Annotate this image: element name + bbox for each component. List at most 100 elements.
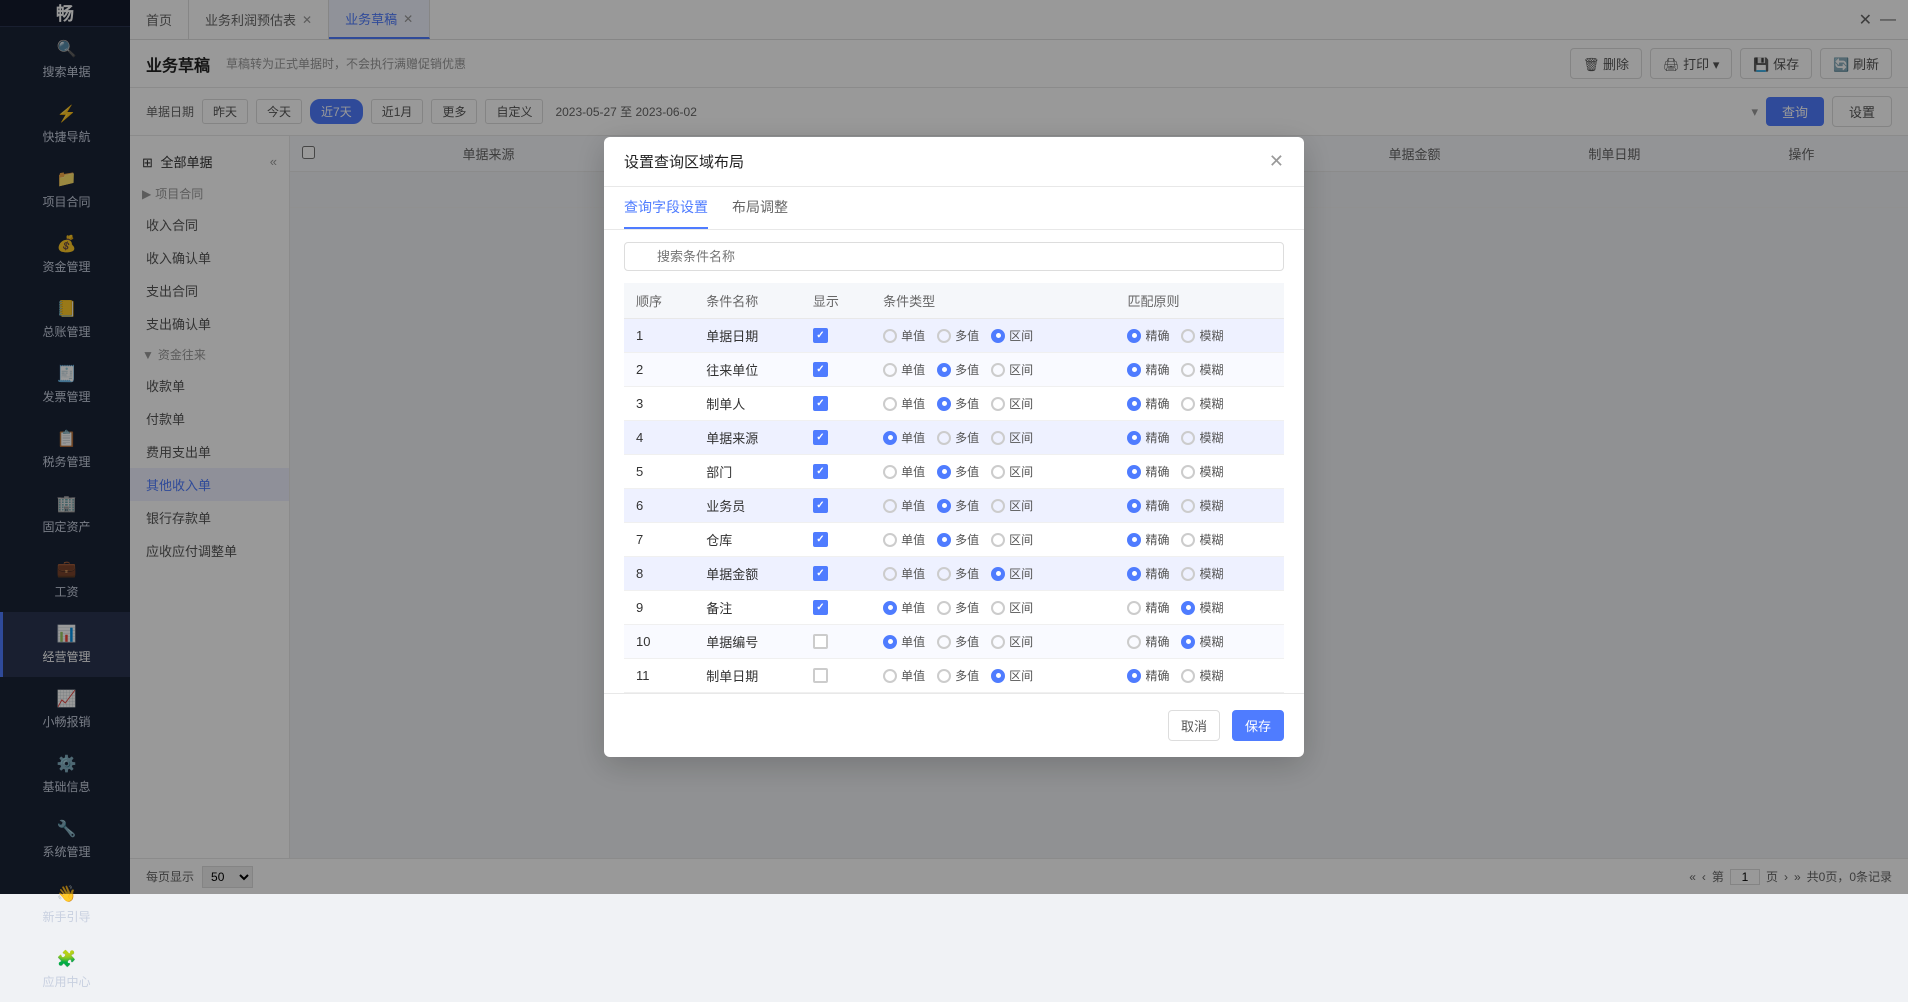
radio-option[interactable]: 区间 [991, 463, 1033, 480]
radio-option[interactable]: 模糊 [1181, 599, 1223, 616]
radio-option[interactable]: 精确 [1127, 429, 1169, 446]
radio-option[interactable]: 单值 [883, 361, 925, 378]
row-show[interactable] [801, 523, 871, 557]
radio-circle [937, 635, 951, 649]
row-show[interactable] [801, 557, 871, 591]
row-name: 单据日期 [694, 319, 801, 353]
radio-option[interactable]: 多值 [937, 327, 979, 344]
show-checkbox[interactable] [813, 328, 828, 343]
radio-option[interactable]: 区间 [991, 599, 1033, 616]
row-type: 单值 多值 区间 [871, 591, 1115, 625]
row-show[interactable] [801, 319, 871, 353]
radio-option[interactable]: 多值 [937, 361, 979, 378]
radio-option[interactable]: 多值 [937, 429, 979, 446]
show-checkbox[interactable] [813, 362, 828, 377]
radio-option[interactable]: 精确 [1127, 633, 1169, 650]
row-type: 单值 多值 区间 [871, 319, 1115, 353]
row-show[interactable] [801, 387, 871, 421]
radio-option[interactable]: 单值 [883, 565, 925, 582]
radio-option[interactable]: 精确 [1127, 497, 1169, 514]
radio-label: 模糊 [1199, 395, 1223, 412]
radio-option[interactable]: 多值 [937, 599, 979, 616]
radio-option[interactable]: 精确 [1127, 531, 1169, 548]
radio-option[interactable]: 单值 [883, 497, 925, 514]
radio-option[interactable]: 单值 [883, 327, 925, 344]
radio-label: 单值 [901, 531, 925, 548]
radio-option[interactable]: 区间 [991, 497, 1033, 514]
show-checkbox[interactable] [813, 498, 828, 513]
radio-option[interactable]: 多值 [937, 531, 979, 548]
row-name: 业务员 [694, 489, 801, 523]
radio-option[interactable]: 区间 [991, 429, 1033, 446]
row-show[interactable] [801, 489, 871, 523]
radio-option[interactable]: 模糊 [1181, 531, 1223, 548]
radio-option[interactable]: 区间 [991, 361, 1033, 378]
radio-option[interactable]: 多值 [937, 463, 979, 480]
radio-option[interactable]: 模糊 [1181, 667, 1223, 684]
modal-tab-fields[interactable]: 查询字段设置 [624, 187, 708, 229]
radio-label: 单值 [901, 463, 925, 480]
modal-overlay[interactable]: 设置查询区域布局 ✕ 查询字段设置 布局调整 🔍 顺序 条件名称 显示 条件类型 [0, 0, 1908, 894]
row-show[interactable] [801, 659, 871, 693]
modal-close-button[interactable]: ✕ [1269, 151, 1284, 172]
radio-option[interactable]: 精确 [1127, 565, 1169, 582]
radio-option[interactable]: 区间 [991, 395, 1033, 412]
radio-option[interactable]: 区间 [991, 633, 1033, 650]
radio-option[interactable]: 区间 [991, 327, 1033, 344]
match-radio-group: 精确 模糊 [1127, 531, 1272, 548]
radio-option[interactable]: 精确 [1127, 361, 1169, 378]
radio-option[interactable]: 模糊 [1181, 361, 1223, 378]
show-checkbox[interactable] [813, 464, 828, 479]
cancel-button[interactable]: 取消 [1168, 710, 1220, 741]
radio-option[interactable]: 精确 [1127, 395, 1169, 412]
row-show[interactable] [801, 353, 871, 387]
show-checkbox[interactable] [813, 600, 828, 615]
radio-option[interactable]: 多值 [937, 565, 979, 582]
radio-option[interactable]: 多值 [937, 667, 979, 684]
radio-label: 单值 [901, 599, 925, 616]
row-name: 制单日期 [694, 659, 801, 693]
show-checkbox[interactable] [813, 396, 828, 411]
radio-option[interactable]: 单值 [883, 395, 925, 412]
radio-option[interactable]: 区间 [991, 667, 1033, 684]
row-show[interactable] [801, 591, 871, 625]
row-show[interactable] [801, 421, 871, 455]
radio-option[interactable]: 精确 [1127, 327, 1169, 344]
row-match: 精确 模糊 [1115, 421, 1284, 455]
radio-option[interactable]: 模糊 [1181, 395, 1223, 412]
row-show[interactable] [801, 455, 871, 489]
radio-option[interactable]: 模糊 [1181, 463, 1223, 480]
sidebar-item-appcenter[interactable]: 🧩 应用中心 [0, 937, 130, 1002]
save-modal-button[interactable]: 保存 [1232, 710, 1284, 741]
radio-option[interactable]: 模糊 [1181, 565, 1223, 582]
show-checkbox[interactable] [813, 634, 828, 649]
modal-search-input[interactable] [624, 242, 1284, 271]
radio-option[interactable]: 模糊 [1181, 633, 1223, 650]
radio-label: 区间 [1009, 497, 1033, 514]
radio-option[interactable]: 多值 [937, 633, 979, 650]
radio-option[interactable]: 区间 [991, 531, 1033, 548]
radio-option[interactable]: 区间 [991, 565, 1033, 582]
show-checkbox[interactable] [813, 532, 828, 547]
radio-option[interactable]: 单值 [883, 531, 925, 548]
radio-option[interactable]: 模糊 [1181, 429, 1223, 446]
show-checkbox[interactable] [813, 566, 828, 581]
row-show[interactable] [801, 625, 871, 659]
radio-option[interactable]: 精确 [1127, 667, 1169, 684]
radio-option[interactable]: 单值 [883, 463, 925, 480]
radio-option[interactable]: 精确 [1127, 599, 1169, 616]
radio-option[interactable]: 模糊 [1181, 327, 1223, 344]
radio-option[interactable]: 单值 [883, 633, 925, 650]
radio-option[interactable]: 精确 [1127, 463, 1169, 480]
show-checkbox[interactable] [813, 430, 828, 445]
modal-title: 设置查询区域布局 [624, 151, 744, 172]
radio-option[interactable]: 多值 [937, 497, 979, 514]
radio-option[interactable]: 单值 [883, 667, 925, 684]
modal-tab-layout[interactable]: 布局调整 [732, 187, 788, 229]
radio-option[interactable]: 单值 [883, 599, 925, 616]
radio-option[interactable]: 模糊 [1181, 497, 1223, 514]
radio-option[interactable]: 单值 [883, 429, 925, 446]
radio-label: 精确 [1145, 599, 1169, 616]
show-checkbox[interactable] [813, 668, 828, 683]
radio-option[interactable]: 多值 [937, 395, 979, 412]
